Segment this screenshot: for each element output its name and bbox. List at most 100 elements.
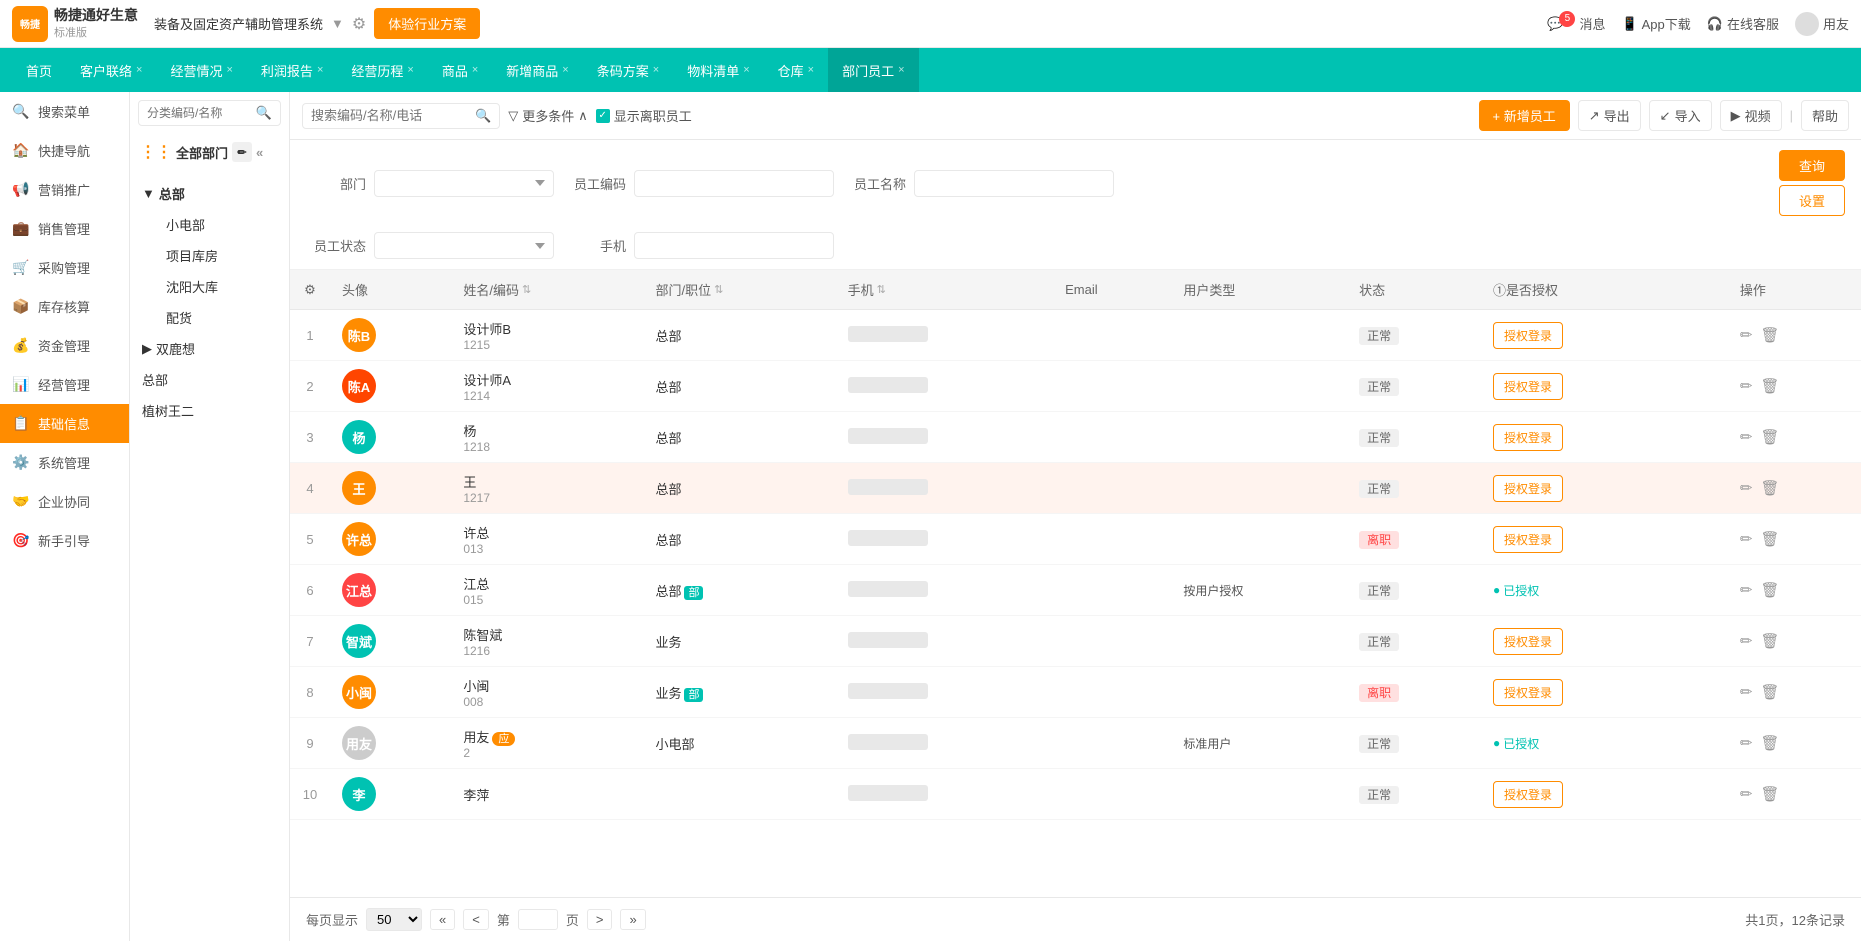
edit-icon[interactable]: ✏: [1740, 530, 1753, 548]
nav-tab-bom[interactable]: 物料清单 ×: [673, 48, 763, 92]
sidebar-item-search[interactable]: 🔍 搜索菜单: [0, 92, 129, 131]
filter-phone-input[interactable]: [634, 232, 834, 259]
dept-item-headquarters[interactable]: 总部: [130, 364, 289, 395]
edit-icon[interactable]: ✏: [1740, 785, 1753, 803]
dept-search-input[interactable]: [147, 106, 252, 120]
delete-icon[interactable]: 🗑: [1760, 734, 1779, 752]
dept-item-shuangluxiang[interactable]: ▶ 双鹿想: [130, 333, 289, 364]
auth-btn[interactable]: 授权登录: [1493, 679, 1563, 706]
video-button[interactable]: ▶ 视频: [1720, 100, 1782, 131]
next-page-btn[interactable]: >: [587, 909, 613, 930]
sidebar-item-marketing[interactable]: 📢 营销推广: [0, 170, 129, 209]
sidebar-item-inventory[interactable]: 📦 库存核算: [0, 287, 129, 326]
page-size-select[interactable]: 50 100 200: [366, 908, 422, 931]
dept-item-project-room[interactable]: 项目库房: [154, 240, 289, 271]
more-conditions-btn[interactable]: ▽ 更多条件 ∧: [508, 106, 588, 125]
last-page-btn[interactable]: »: [620, 909, 645, 930]
settings-icon[interactable]: ⚙: [352, 14, 366, 34]
nav-tab-home[interactable]: 首页: [12, 48, 66, 92]
edit-icon[interactable]: ✏: [1740, 734, 1753, 752]
auth-btn[interactable]: 授权登录: [1493, 526, 1563, 553]
auth-btn[interactable]: 授权登录: [1493, 475, 1563, 502]
delete-icon[interactable]: 🗑: [1760, 581, 1779, 599]
delete-icon[interactable]: 🗑: [1760, 530, 1779, 548]
nav-tab-profit[interactable]: 利润报告 ×: [247, 48, 337, 92]
search-input[interactable]: [311, 108, 471, 123]
nav-tab-warehouse[interactable]: 仓库 ×: [764, 48, 828, 92]
dept-item-shenyang[interactable]: 沈阳大库: [154, 271, 289, 302]
query-button[interactable]: 查询: [1779, 150, 1845, 181]
delete-icon[interactable]: 🗑: [1760, 683, 1779, 701]
app-download-item[interactable]: 📱 App下载: [1621, 14, 1690, 33]
edit-icon[interactable]: ✏: [1740, 683, 1753, 701]
user-item[interactable]: 用友: [1795, 12, 1849, 36]
edit-icon[interactable]: ✏: [1740, 326, 1753, 344]
delete-icon[interactable]: 🗑: [1760, 326, 1779, 344]
dept-item-small-elec[interactable]: 小电部: [154, 209, 289, 240]
nav-tab-employee[interactable]: 部门员工 ×: [828, 48, 918, 92]
nav-tab-goods[interactable]: 商品 ×: [428, 48, 492, 92]
setting-button[interactable]: 设置: [1779, 185, 1845, 216]
sidebar-item-guide[interactable]: 🎯 新手引导: [0, 521, 129, 560]
dept-edit-icon[interactable]: ✏: [232, 142, 252, 162]
edit-icon[interactable]: ✏: [1740, 377, 1753, 395]
auth-btn[interactable]: 授权登录: [1493, 628, 1563, 655]
sidebar-item-business-mgmt[interactable]: 📊 经营管理: [0, 365, 129, 404]
edit-icon[interactable]: ✏: [1740, 428, 1753, 446]
sidebar-item-basic-info[interactable]: 📋 基础信息: [0, 404, 129, 443]
delete-icon[interactable]: 🗑: [1760, 428, 1779, 446]
auth-btn[interactable]: 授权登录: [1493, 322, 1563, 349]
filter-status-select[interactable]: [374, 232, 554, 259]
delete-icon[interactable]: 🗑: [1760, 377, 1779, 395]
phone-blur: [848, 530, 928, 546]
sidebar-item-nav[interactable]: 🏠 快捷导航: [0, 131, 129, 170]
first-page-btn[interactable]: «: [430, 909, 455, 930]
sidebar-item-collab[interactable]: 🤝 企业协同: [0, 482, 129, 521]
sidebar-item-finance[interactable]: 💰 资金管理: [0, 326, 129, 365]
table-row: 10 李 李萍 正常 授权登录 ✏ 🗑: [290, 769, 1861, 820]
export-button[interactable]: ↗ 导出: [1578, 100, 1641, 131]
dept-collapse-icon[interactable]: «: [256, 145, 263, 160]
nav-tab-new-goods[interactable]: 新增商品 ×: [492, 48, 582, 92]
col-settings[interactable]: ⚙: [290, 270, 330, 310]
show-resigned-toggle[interactable]: ✓ 显示离职员工: [596, 106, 692, 125]
filter-empcode-input[interactable]: [634, 170, 834, 197]
status-badge: 正常: [1359, 429, 1399, 447]
nav-tab-customer[interactable]: 客户联络 ×: [66, 48, 156, 92]
extra-cell: [1678, 565, 1728, 616]
page-input[interactable]: 1: [518, 909, 558, 930]
sidebar-item-sales[interactable]: 💼 销售管理: [0, 209, 129, 248]
online-service-item[interactable]: 🎧 在线客服: [1707, 14, 1779, 33]
filter-dept-select[interactable]: [374, 170, 554, 197]
edit-icon[interactable]: ✏: [1740, 632, 1753, 650]
add-employee-button[interactable]: + 新增员工: [1479, 100, 1570, 131]
help-button[interactable]: 帮助: [1801, 100, 1849, 131]
auth-btn[interactable]: 授权登录: [1493, 781, 1563, 808]
dept-item-zhishuwang[interactable]: 植树王二: [130, 395, 289, 426]
prev-page-btn[interactable]: <: [463, 909, 489, 930]
delete-icon[interactable]: 🗑: [1760, 785, 1779, 803]
delete-icon[interactable]: 🗑: [1760, 632, 1779, 650]
auth-btn[interactable]: 授权登录: [1493, 373, 1563, 400]
import-button[interactable]: ↙ 导入: [1649, 100, 1712, 131]
sidebar-item-purchase[interactable]: 🛒 采购管理: [0, 248, 129, 287]
col-dept[interactable]: 部门/职位: [643, 270, 835, 310]
name-cell: 王 1217: [451, 463, 643, 514]
dept-all-item[interactable]: ⋮⋮ 全部部门 ✏ «: [130, 134, 289, 170]
auth-btn[interactable]: 授权登录: [1493, 424, 1563, 451]
nav-tab-business[interactable]: 经营情况 ×: [156, 48, 246, 92]
trial-button[interactable]: 体验行业方案: [374, 8, 480, 39]
delete-icon[interactable]: 🗑: [1760, 479, 1779, 497]
dept-tree-item-general[interactable]: ▼ 总部: [130, 178, 289, 209]
col-name[interactable]: 姓名/编码: [451, 270, 643, 310]
sidebar-item-system[interactable]: ⚙️ 系统管理: [0, 443, 129, 482]
filter-empname-input[interactable]: [914, 170, 1114, 197]
col-phone[interactable]: 手机: [836, 270, 1054, 310]
edit-icon[interactable]: ✏: [1740, 479, 1753, 497]
message-item[interactable]: 💬 5 消息: [1547, 14, 1605, 33]
nav-tab-history[interactable]: 经营历程 ×: [337, 48, 427, 92]
dropdown-icon[interactable]: ▼: [331, 16, 344, 31]
edit-icon[interactable]: ✏: [1740, 581, 1753, 599]
nav-tab-barcode[interactable]: 条码方案 ×: [583, 48, 673, 92]
dept-item-distribution[interactable]: 配货: [154, 302, 289, 333]
